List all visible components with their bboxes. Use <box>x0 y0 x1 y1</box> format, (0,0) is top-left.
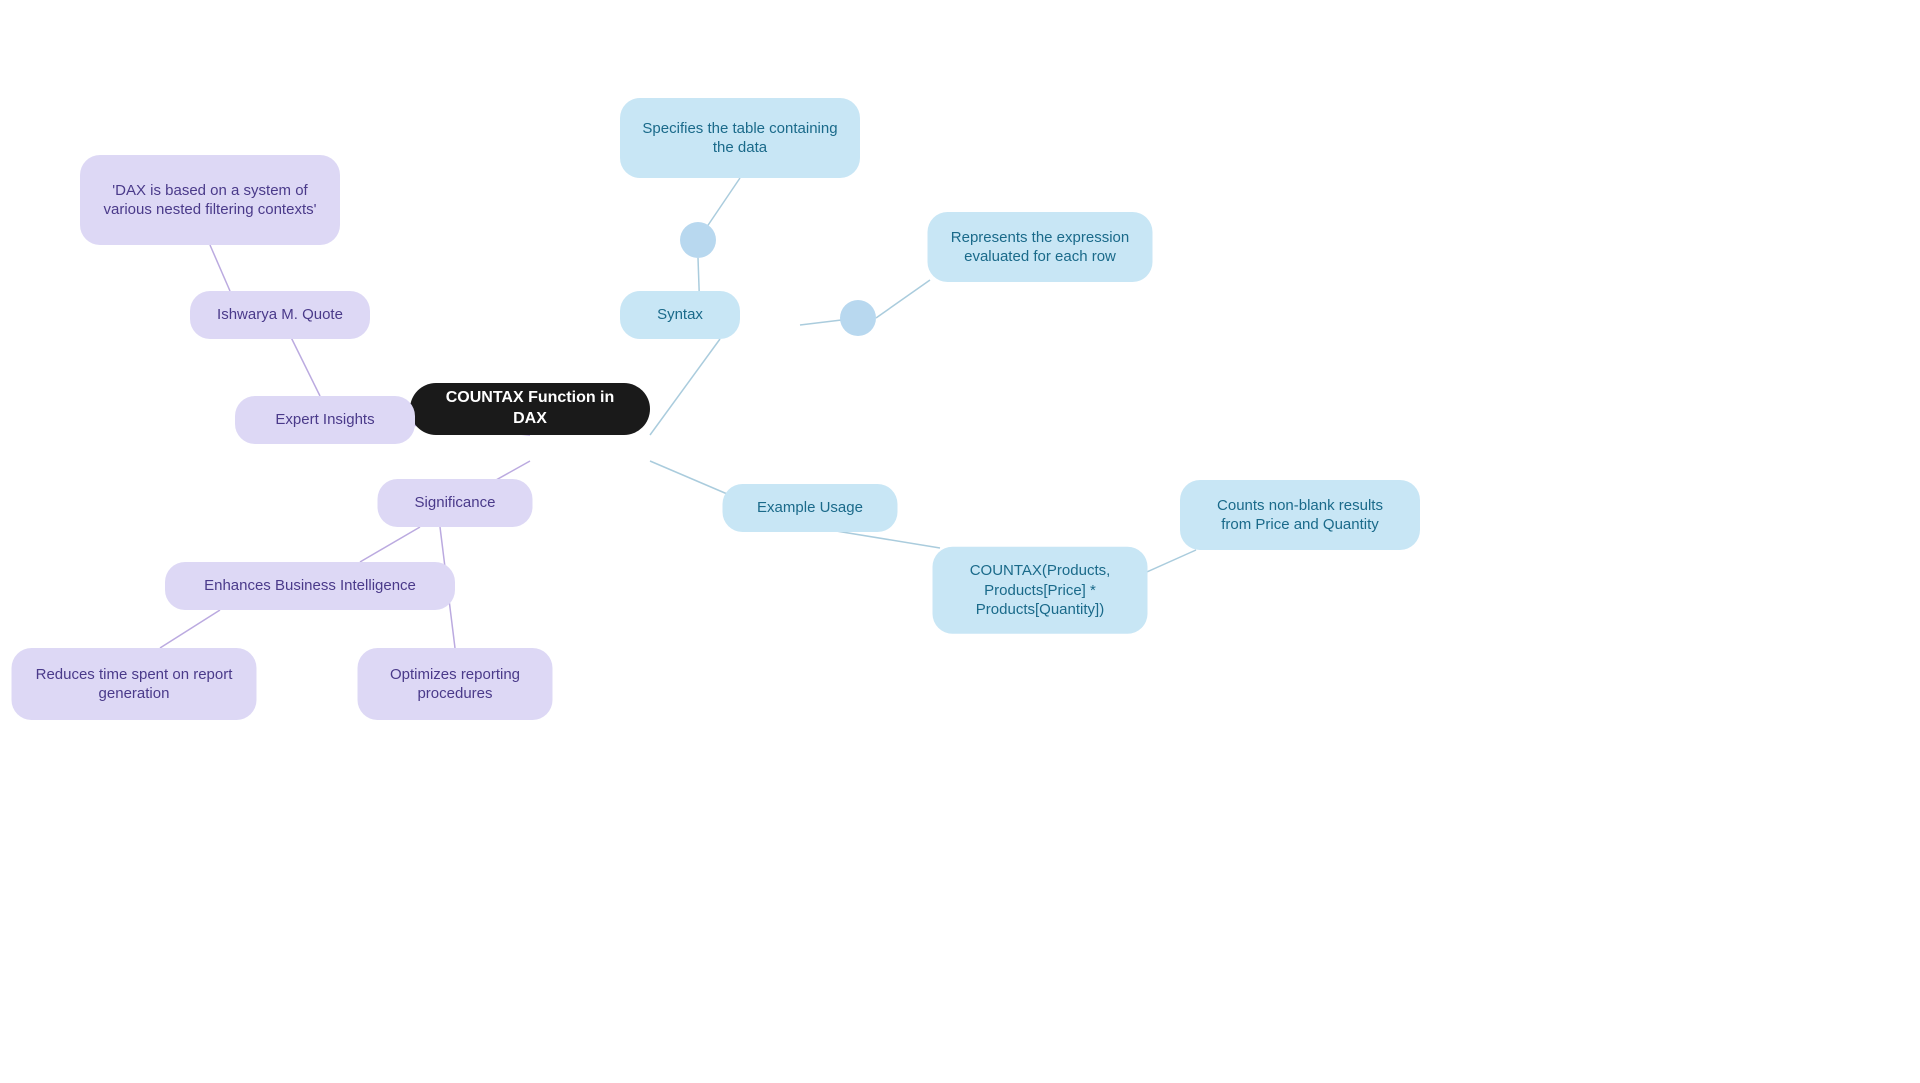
dax-quote-node: 'DAX is based on a system of various nes… <box>80 155 340 245</box>
enhances-bi-node: Enhances Business Intelligence <box>165 562 455 610</box>
dot2-node <box>840 300 876 336</box>
dot1-node <box>680 222 716 258</box>
specifies-table-node: Specifies the table containing the data <box>620 98 860 178</box>
countax-expr-node: COUNTAX(Products, Products[Price] * Prod… <box>933 547 1148 634</box>
syntax-node: Syntax <box>620 291 740 339</box>
ishwarya-quote-node: Ishwarya M. Quote <box>190 291 370 339</box>
reduces-time-node: Reduces time spent on report generation <box>12 648 257 720</box>
expert-insights-node: Expert Insights <box>235 396 415 444</box>
optimizes-node: Optimizes reporting procedures <box>358 648 553 720</box>
center-node: COUNTAX Function in DAX <box>410 383 650 435</box>
example-usage-node: Example Usage <box>723 484 898 532</box>
counts-nonblank-node: Counts non-blank results from Price and … <box>1180 480 1420 550</box>
represents-expr-node: Represents the expression evaluated for … <box>928 212 1153 282</box>
significance-node: Significance <box>378 479 533 527</box>
